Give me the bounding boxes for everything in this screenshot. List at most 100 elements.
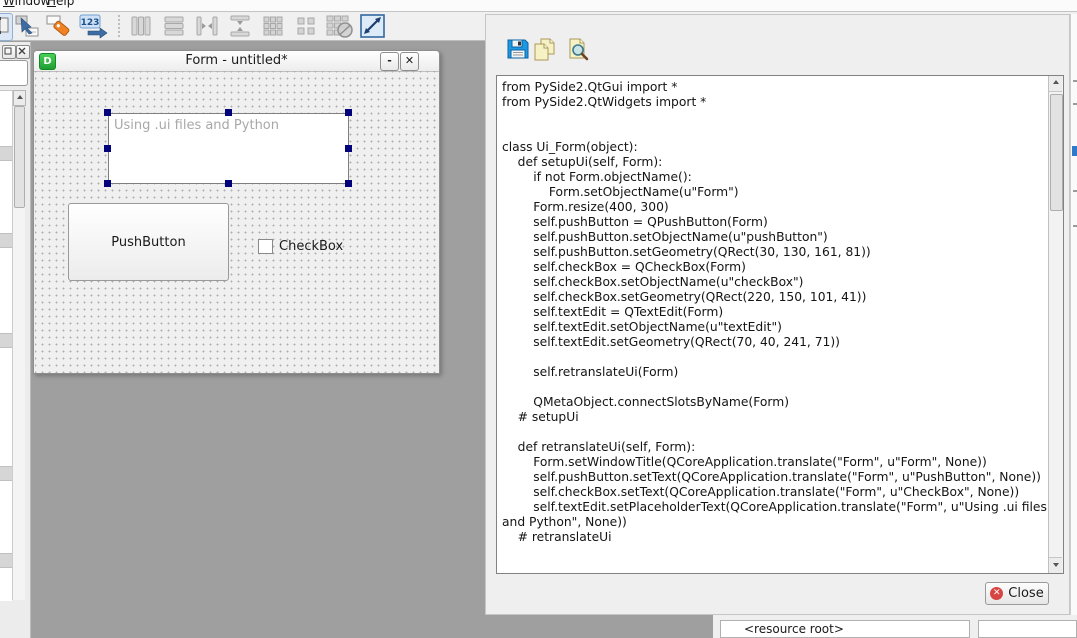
form-minimize-button[interactable]: - <box>380 52 399 71</box>
code-line: Form.setObjectName(u"Form") <box>502 185 1048 200</box>
selection-handle-topleft[interactable] <box>104 109 111 116</box>
copy-button[interactable] <box>532 37 558 63</box>
widget-box-scrollbar[interactable] <box>12 90 25 600</box>
code-line: class Ui_Form(object): <box>502 140 1048 155</box>
menu-item-window[interactable]: Window <box>3 0 50 8</box>
selection-handle-topmid[interactable] <box>225 109 232 116</box>
scroll-up-button[interactable] <box>13 90 26 106</box>
splitter-vertical-icon <box>227 13 253 39</box>
edit-widgets-icon <box>0 14 12 38</box>
layout-horizontal-button[interactable] <box>128 13 154 39</box>
code-line: self.checkBox.setObjectName(u"checkBox") <box>502 275 1048 290</box>
code-scrollbar[interactable] <box>1048 76 1063 573</box>
code-line: self.pushButton.setGeometry(QRect(30, 13… <box>502 245 1048 260</box>
break-layout-button[interactable] <box>324 13 354 39</box>
adjust-size-icon <box>358 13 388 39</box>
form-window-title: Form - untitled* <box>34 53 439 68</box>
selection-handle-bottomleft[interactable] <box>104 180 111 187</box>
splitter-horizontal-icon <box>194 13 220 39</box>
widget-box-panel <box>0 42 31 638</box>
adjust-size-button[interactable] <box>358 13 388 39</box>
edge-tick <box>1073 225 1077 227</box>
find-preview-icon <box>566 37 592 63</box>
selection-handle-topright[interactable] <box>345 109 352 116</box>
edit-signals-slots-icon <box>14 13 40 39</box>
menu-item-help[interactable]: Help <box>47 0 74 8</box>
widget-category-header[interactable] <box>0 553 12 568</box>
code-line: self.textEdit.setGeometry(QRect(70, 40, … <box>502 335 1048 350</box>
selection-handle-midleft[interactable] <box>104 145 111 152</box>
code-line: def setupUi(self, Form): <box>502 155 1048 170</box>
resource-list-pane <box>978 620 1077 638</box>
widget-box-list[interactable] <box>0 90 12 601</box>
save-icon <box>506 37 532 61</box>
layout-vertical-button[interactable] <box>161 13 187 39</box>
break-layout-icon <box>324 13 354 39</box>
close-dialog-button[interactable]: ✕ Close <box>985 582 1049 605</box>
scroll-up-button[interactable] <box>1049 76 1062 92</box>
layout-grid-icon <box>260 13 286 39</box>
edge-tick <box>1073 103 1077 105</box>
resource-root-item[interactable]: <resource root> <box>721 621 969 637</box>
code-line: self.textEdit = QTextEdit(Form) <box>502 305 1048 320</box>
form-window-titlebar[interactable]: D Form - untitled* - ✕ <box>34 51 439 72</box>
code-line: self.pushButton.setObjectName(u"pushButt… <box>502 230 1048 245</box>
edit-tab-order-button[interactable]: 123 <box>78 13 110 39</box>
scroll-down-button[interactable] <box>1049 557 1062 573</box>
selection-handle-bottommid[interactable] <box>225 180 232 187</box>
code-preview-dialog: from PySide2.QtGui import *from PySide2.… <box>485 14 1070 615</box>
form-canvas[interactable]: Using .ui files and Python PushButton Ch… <box>35 71 438 373</box>
form-close-button[interactable]: ✕ <box>400 52 419 71</box>
code-line: QMetaObject.connectSlotsByName(Form) <box>502 395 1048 410</box>
code-line <box>502 110 1048 125</box>
splitter-horizontal-button[interactable] <box>194 13 220 39</box>
widget-filter-input[interactable] <box>0 60 28 86</box>
triangle-down-icon <box>1053 563 1059 567</box>
layout-form-button[interactable] <box>293 13 319 39</box>
checkbox-widget[interactable]: CheckBox <box>258 237 343 255</box>
widget-category-header[interactable] <box>0 146 12 161</box>
code-line <box>502 425 1048 440</box>
edge-selection-mark <box>1072 146 1077 156</box>
dock-close-button[interactable] <box>16 45 30 59</box>
checkbox-indicator-icon[interactable] <box>258 239 273 254</box>
scrollbar-thumb[interactable] <box>14 106 25 208</box>
textedit-widget[interactable]: Using .ui files and Python <box>108 113 349 184</box>
code-lines: from PySide2.QtGui import *from PySide2.… <box>497 76 1048 545</box>
edit-buddies-button[interactable] <box>46 13 72 39</box>
layout-grid-button[interactable] <box>260 13 286 39</box>
code-line: Form.setWindowTitle(QCoreApplication.tra… <box>502 455 1048 470</box>
code-line: # retranslateUi <box>502 530 1048 545</box>
pushbutton-widget[interactable]: PushButton <box>68 203 229 281</box>
selection-handle-midright[interactable] <box>345 145 352 152</box>
code-line: self.textEdit.setObjectName(u"textEdit") <box>502 320 1048 335</box>
code-line: from PySide2.QtGui import * <box>502 80 1048 95</box>
code-line <box>502 380 1048 395</box>
checkbox-label: CheckBox <box>279 239 343 254</box>
widget-category-header[interactable] <box>0 466 12 481</box>
code-view[interactable]: from PySide2.QtGui import *from PySide2.… <box>496 75 1064 574</box>
code-line <box>502 350 1048 365</box>
find-preview-button[interactable] <box>566 37 592 63</box>
code-line: self.pushButton.setText(QCoreApplication… <box>502 470 1048 485</box>
scrollbar-thumb[interactable] <box>1050 94 1063 211</box>
code-line: self.textEdit.setPlaceholderText(QCoreAp… <box>502 500 1048 515</box>
close-circle-icon: ✕ <box>990 587 1003 600</box>
float-icon <box>3 46 15 56</box>
triangle-up-icon <box>1053 80 1059 84</box>
edit-signals-slots-button[interactable] <box>14 13 40 39</box>
splitter-vertical-button[interactable] <box>227 13 253 39</box>
widget-category-header[interactable] <box>0 233 12 248</box>
widget-category-header[interactable] <box>0 333 12 348</box>
dock-float-button[interactable] <box>2 45 16 59</box>
layout-vertical-icon <box>161 13 187 39</box>
code-line: self.pushButton = QPushButton(Form) <box>502 215 1048 230</box>
tab-order-123-text: 123 <box>81 18 100 28</box>
save-button[interactable] <box>506 37 532 63</box>
selection-handle-bottomright[interactable] <box>345 180 352 187</box>
edit-widgets-button[interactable] <box>0 13 13 41</box>
copy-icon <box>532 37 558 63</box>
code-line: if not Form.objectName(): <box>502 170 1048 185</box>
edit-buddies-icon <box>46 13 72 39</box>
close-icon <box>17 46 29 56</box>
